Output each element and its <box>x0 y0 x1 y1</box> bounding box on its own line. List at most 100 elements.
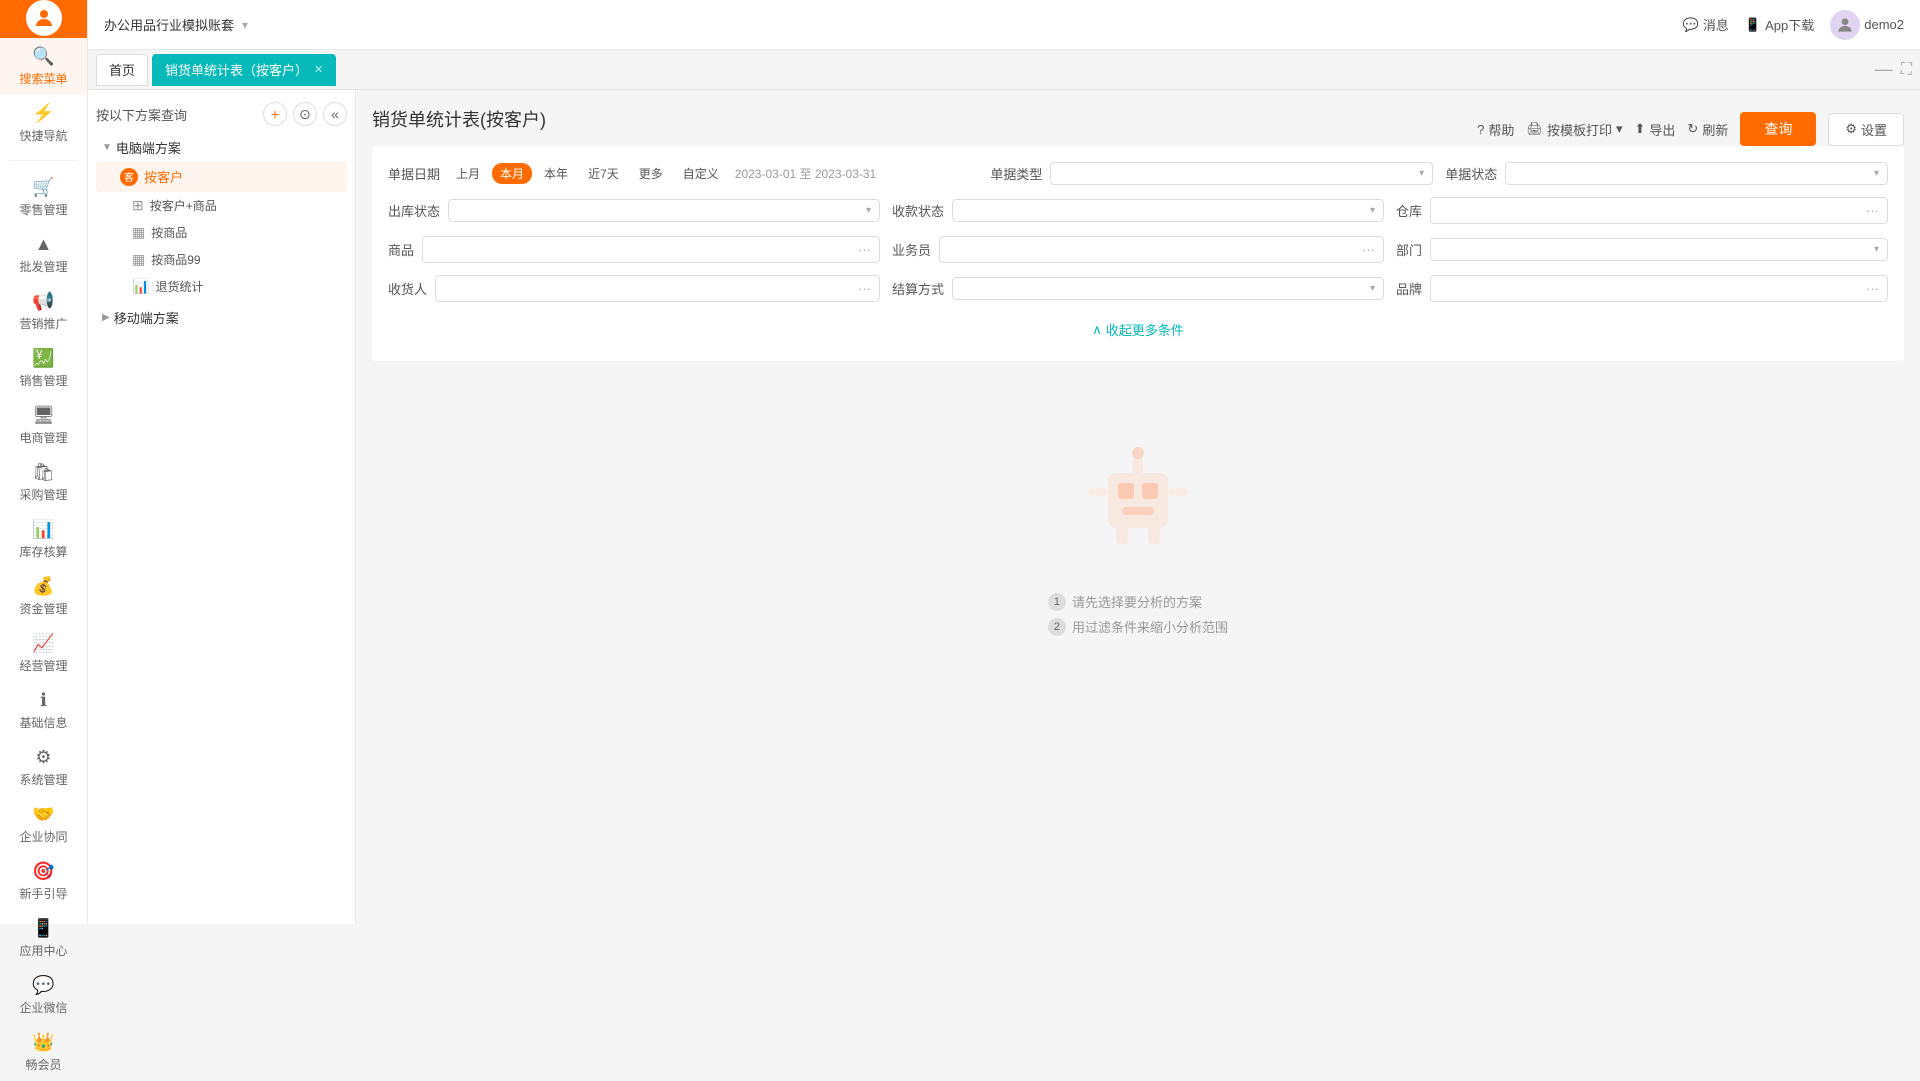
tree-group-mobile-header[interactable]: ▶ 移动端方案 <box>96 304 347 331</box>
order-type-select[interactable]: ▾ <box>1050 162 1433 185</box>
add-scheme-button[interactable]: + <box>263 102 287 126</box>
query-button[interactable]: 查询 <box>1740 112 1816 146</box>
user-menu[interactable]: demo2 <box>1830 10 1904 40</box>
marketing-icon: 📢 <box>32 291 54 312</box>
out-status-dropdown-icon: ▾ <box>866 205 871 216</box>
settlement-select[interactable]: ▾ <box>952 277 1384 300</box>
export-icon: ⬆ <box>1634 121 1645 137</box>
tree-item-by-goods[interactable]: ▦ 按商品 <box>96 219 347 246</box>
settings-label: 设置 <box>1861 120 1887 139</box>
sidebar-item-app-center-label: 应用中心 <box>19 942 67 959</box>
panel-actions: + ⊙ « <box>263 102 347 126</box>
app-download-label: App下载 <box>1765 15 1814 34</box>
system-icon: ⚙ <box>35 747 51 768</box>
goods-dots[interactable]: ··· <box>858 242 871 257</box>
settings-button[interactable]: ⚙ 设置 <box>1828 113 1904 146</box>
sidebar-item-enterprise-label: 企业协同 <box>19 828 67 845</box>
help-button[interactable]: ? 帮助 <box>1477 120 1514 139</box>
sidebar-item-sales[interactable]: 💹 销售管理 <box>0 340 87 397</box>
payment-status-select[interactable]: ▾ <box>952 199 1384 222</box>
print-button[interactable]: 🖨 按模板打印 ▾ <box>1526 120 1622 139</box>
salesperson-label: 业务员 <box>892 240 931 259</box>
tab-minimize-button[interactable]: — <box>1875 59 1893 80</box>
sales-icon: 💹 <box>32 348 54 369</box>
collapse-icon: « <box>331 106 339 122</box>
department-label: 部门 <box>1396 240 1422 259</box>
out-status-select[interactable]: ▾ <box>448 199 880 222</box>
sidebar-item-operations[interactable]: 📈 经营管理 <box>0 625 87 682</box>
message-label: 消息 <box>1703 15 1729 34</box>
sidebar-item-ecommerce-label: 电商管理 <box>19 429 67 446</box>
tree-group-desktop-label: 电脑端方案 <box>116 138 181 157</box>
edit-scheme-button[interactable]: ⊙ <box>293 102 317 126</box>
filter-row-4: 收货人 ··· 结算方式 ▾ 品牌 <box>388 275 1888 302</box>
page-content: 按以下方案查询 + ⊙ « ▼ <box>88 90 1920 924</box>
app-download-button[interactable]: 📱 App下载 <box>1745 15 1814 34</box>
order-status-dropdown-icon: ▾ <box>1874 168 1879 179</box>
tab-home-label: 首页 <box>109 60 135 79</box>
sidebar-item-app-center[interactable]: 📱 应用中心 <box>0 910 87 967</box>
tab-home[interactable]: 首页 <box>96 54 148 86</box>
tree-item-by-goods99[interactable]: ▦ 按商品99 <box>96 246 347 273</box>
panel-header: 按以下方案查询 + ⊙ « <box>96 102 347 126</box>
tree-item-by-customer-goods[interactable]: ⊞ 按客户+商品 <box>96 192 347 219</box>
sidebar-item-wholesale[interactable]: ▲ 批发管理 <box>0 226 87 283</box>
date-tab-custom[interactable]: 自定义 <box>675 163 727 184</box>
tab-maximize-button[interactable]: ⛶ <box>1901 59 1912 80</box>
department-select[interactable]: ▾ <box>1430 238 1888 261</box>
sidebar-item-search[interactable]: 🔍 搜索菜单 <box>0 38 87 95</box>
sidebar-item-finance[interactable]: 💰 资金管理 <box>0 568 87 625</box>
salesperson-select[interactable]: ··· <box>939 236 1384 263</box>
brand-select[interactable]: ··· <box>1430 275 1888 302</box>
message-button[interactable]: 💬 消息 <box>1683 15 1729 34</box>
sidebar-item-retail[interactable]: 🛒 零售管理 <box>0 169 87 226</box>
sidebar-item-purchase[interactable]: 🛍 采购管理 <box>0 454 87 511</box>
filter-row-3: 商品 ··· 业务员 ··· 部门 <box>388 236 1888 263</box>
sidebar-item-marketing[interactable]: 📢 营销推广 <box>0 283 87 340</box>
sidebar-item-ecommerce[interactable]: 🖥 电商管理 <box>0 397 87 454</box>
operations-icon: 📈 <box>32 633 54 654</box>
sidebar-item-inventory[interactable]: 📊 库存核算 <box>0 511 87 568</box>
sidebar-item-member[interactable]: 👑 畅会员 <box>0 1024 87 1081</box>
add-icon: + <box>271 106 279 122</box>
by-goods99-icon: ▦ <box>132 251 145 268</box>
collapse-filter-button[interactable]: ∧ 收起更多条件 <box>1086 314 1190 345</box>
tree-group-mobile: ▶ 移动端方案 <box>96 304 347 331</box>
sidebar-item-basic[interactable]: ℹ 基础信息 <box>0 682 87 739</box>
date-tab-this-year[interactable]: 本年 <box>536 163 576 184</box>
salesperson-dots[interactable]: ··· <box>1362 242 1375 257</box>
empty-tip-2-text: 用过滤条件来缩小分析范围 <box>1072 617 1228 636</box>
date-tab-last-month[interactable]: 上月 <box>448 163 488 184</box>
order-status-select[interactable]: ▾ <box>1505 162 1888 185</box>
collapse-panel-button[interactable]: « <box>323 102 347 126</box>
goods-select[interactable]: ··· <box>422 236 880 263</box>
tab-sales-stat[interactable]: 销货单统计表（按客户） ✕ <box>152 54 336 86</box>
tab-close-icon[interactable]: ✕ <box>314 63 323 76</box>
refresh-button[interactable]: ↻ 刷新 <box>1687 120 1728 139</box>
date-tab-more[interactable]: 更多 <box>631 163 671 184</box>
warehouse-select[interactable]: ··· <box>1430 197 1888 224</box>
date-tab-this-month[interactable]: 本月 <box>492 163 532 184</box>
settlement-label: 结算方式 <box>892 279 944 298</box>
empty-illustration <box>1078 433 1198 572</box>
export-button[interactable]: ⬆ 导出 <box>1634 120 1675 139</box>
sidebar-item-system[interactable]: ⚙ 系统管理 <box>0 739 87 796</box>
tree-item-by-customer[interactable]: 客 按客户 <box>96 161 347 192</box>
topbar-dropdown[interactable]: ▾ <box>242 18 248 32</box>
warehouse-dots[interactable]: ··· <box>1866 203 1879 218</box>
date-tab-last7[interactable]: 近7天 <box>580 163 627 184</box>
filter-out-status-item: 出库状态 ▾ <box>388 199 880 222</box>
sidebar-item-enterprise-wechat[interactable]: 💬 企业微信 <box>0 967 87 1024</box>
tree-group-desktop-header[interactable]: ▼ 电脑端方案 <box>96 134 347 161</box>
app-title: 办公用品行业模拟账套 <box>104 15 234 34</box>
receiver-dots[interactable]: ··· <box>858 281 871 296</box>
sidebar-item-enterprise[interactable]: 🤝 企业协同 <box>0 796 87 853</box>
sidebar-item-quick-nav[interactable]: ⚡ 快捷导航 <box>0 95 87 152</box>
tree-item-by-customer-goods-label: 按客户+商品 <box>150 197 217 214</box>
payment-status-label: 收款状态 <box>892 201 944 220</box>
brand-dots[interactable]: ··· <box>1866 281 1879 296</box>
filter-order-type-item: 单据类型 ▾ <box>990 162 1433 185</box>
receiver-select[interactable]: ··· <box>435 275 880 302</box>
tree-item-return-stat[interactable]: 📊 退货统计 <box>96 273 347 300</box>
sidebar-item-newbie[interactable]: 🎯 新手引导 <box>0 853 87 910</box>
